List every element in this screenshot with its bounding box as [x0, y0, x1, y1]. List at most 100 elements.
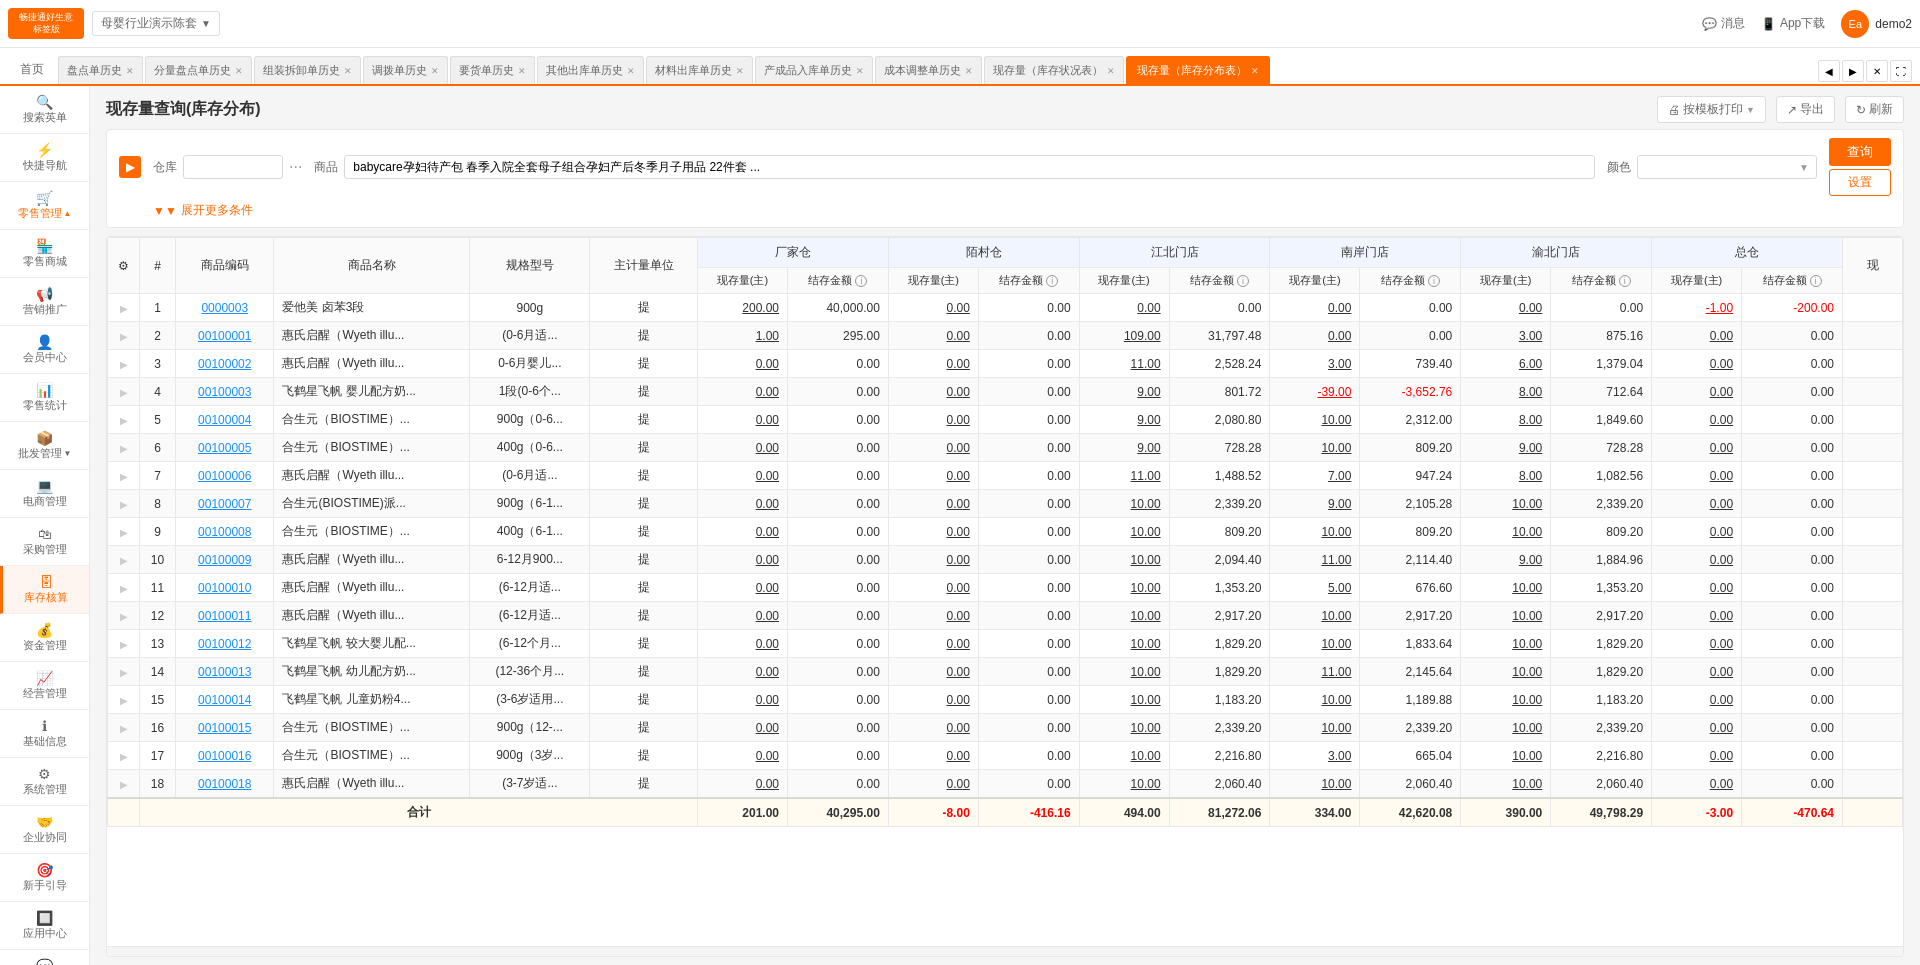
row-wh2-qty[interactable]: 10.00: [1079, 770, 1169, 799]
row-wh4-qty[interactable]: 10.00: [1461, 574, 1551, 602]
row-wh4-qty[interactable]: 9.00: [1461, 434, 1551, 462]
row-wh3-qty[interactable]: 11.00: [1270, 658, 1360, 686]
table-scroll-container[interactable]: ⚙ # 商品编码 商品名称 规格型号 主计量单位 厂家仓 陌村仓 江北门店 南: [107, 237, 1903, 946]
row-code[interactable]: 00100015: [176, 714, 274, 742]
row-expand[interactable]: ▶: [108, 546, 140, 574]
row-code[interactable]: 00100006: [176, 462, 274, 490]
row-wh1-qty[interactable]: 0.00: [888, 602, 978, 630]
sidebar-item-retail-mgmt[interactable]: 🛒 零售管理 ▲: [0, 182, 89, 230]
row-wh2-qty[interactable]: 10.00: [1079, 602, 1169, 630]
row-code[interactable]: 00100010: [176, 574, 274, 602]
row-wh2-qty[interactable]: 10.00: [1079, 490, 1169, 518]
row-expand[interactable]: ▶: [108, 462, 140, 490]
row-wh1-qty[interactable]: 0.00: [888, 770, 978, 799]
row-wh2-qty[interactable]: 10.00: [1079, 630, 1169, 658]
sidebar-item-system[interactable]: ⚙ 系统管理: [0, 758, 89, 806]
row-wh5-qty[interactable]: -1.00: [1652, 294, 1742, 322]
color-dropdown-icon[interactable]: ▼: [1799, 162, 1809, 173]
row-wh1-qty[interactable]: 0.00: [888, 546, 978, 574]
tab-prev-btn[interactable]: ◀: [1818, 60, 1840, 82]
row-wh2-qty[interactable]: 9.00: [1079, 406, 1169, 434]
row-wh4-qty[interactable]: 10.00: [1461, 742, 1551, 770]
row-code[interactable]: 00100011: [176, 602, 274, 630]
row-wh1-qty[interactable]: 0.00: [888, 434, 978, 462]
row-wh0-qty[interactable]: 0.00: [698, 770, 788, 799]
row-code[interactable]: 00100001: [176, 322, 274, 350]
row-code[interactable]: 00100016: [176, 742, 274, 770]
row-wh1-qty[interactable]: 0.00: [888, 574, 978, 602]
row-wh5-qty[interactable]: 0.00: [1652, 630, 1742, 658]
row-expand[interactable]: ▶: [108, 742, 140, 770]
tab-10[interactable]: 现存量（库存状况表）✕: [984, 56, 1124, 84]
row-wh3-qty[interactable]: 3.00: [1270, 350, 1360, 378]
sidebar-item-basics[interactable]: ℹ 基础信息: [0, 710, 89, 758]
row-code[interactable]: 00100003: [176, 378, 274, 406]
tab-home[interactable]: 首页: [8, 54, 56, 84]
row-wh1-qty[interactable]: 0.00: [888, 378, 978, 406]
row-wh0-qty[interactable]: 0.00: [698, 714, 788, 742]
row-expand[interactable]: ▶: [108, 770, 140, 799]
row-wh3-qty[interactable]: 11.00: [1270, 546, 1360, 574]
sidebar-item-enterprise[interactable]: 🤝 企业协同: [0, 806, 89, 854]
row-expand[interactable]: ▶: [108, 574, 140, 602]
row-wh2-qty[interactable]: 9.00: [1079, 434, 1169, 462]
setting-button[interactable]: 设置: [1829, 169, 1891, 196]
row-wh5-qty[interactable]: 0.00: [1652, 378, 1742, 406]
row-wh3-qty[interactable]: 5.00: [1270, 574, 1360, 602]
row-wh2-qty[interactable]: 9.00: [1079, 378, 1169, 406]
tab-4[interactable]: 调拨单历史✕: [363, 56, 448, 84]
row-wh0-qty[interactable]: 0.00: [698, 462, 788, 490]
row-wh1-qty[interactable]: 0.00: [888, 462, 978, 490]
sidebar-item-ecommerce[interactable]: 💻 电商管理: [0, 470, 89, 518]
row-wh1-qty[interactable]: 0.00: [888, 742, 978, 770]
row-wh0-qty[interactable]: 0.00: [698, 378, 788, 406]
row-wh5-qty[interactable]: 0.00: [1652, 714, 1742, 742]
sidebar-item-retail-stats[interactable]: 📊 零售统计: [0, 374, 89, 422]
row-wh0-qty[interactable]: 0.00: [698, 686, 788, 714]
row-wh5-qty[interactable]: 0.00: [1652, 770, 1742, 799]
tab-9[interactable]: 成本调整单历史✕: [875, 56, 982, 84]
row-code[interactable]: 00100012: [176, 630, 274, 658]
user-avatar[interactable]: Ea demo2: [1841, 10, 1912, 38]
sidebar-item-wechat[interactable]: 💬 企业微信: [0, 950, 89, 965]
sidebar-item-purchase[interactable]: 🛍 采购管理: [0, 518, 89, 566]
row-code[interactable]: 00100007: [176, 490, 274, 518]
row-wh3-qty[interactable]: 7.00: [1270, 462, 1360, 490]
row-wh2-qty[interactable]: 10.00: [1079, 546, 1169, 574]
row-wh0-qty[interactable]: 0.00: [698, 630, 788, 658]
row-wh4-qty[interactable]: 10.00: [1461, 630, 1551, 658]
row-wh2-qty[interactable]: 11.00: [1079, 462, 1169, 490]
row-wh3-qty[interactable]: 10.00: [1270, 406, 1360, 434]
row-wh2-qty[interactable]: 10.00: [1079, 714, 1169, 742]
row-expand[interactable]: ▶: [108, 406, 140, 434]
tab-7[interactable]: 材料出库单历史✕: [646, 56, 753, 84]
row-wh0-qty[interactable]: 0.00: [698, 742, 788, 770]
row-expand[interactable]: ▶: [108, 602, 140, 630]
row-code[interactable]: 00100013: [176, 658, 274, 686]
row-wh4-qty[interactable]: 10.00: [1461, 686, 1551, 714]
tab-5[interactable]: 要货单历史✕: [450, 56, 535, 84]
row-code[interactable]: 00100004: [176, 406, 274, 434]
row-wh4-qty[interactable]: 10.00: [1461, 714, 1551, 742]
row-wh4-qty[interactable]: 10.00: [1461, 518, 1551, 546]
query-button[interactable]: 查询: [1829, 138, 1891, 166]
row-code[interactable]: 00100014: [176, 686, 274, 714]
warehouse-more-icon[interactable]: ···: [289, 158, 302, 176]
row-wh2-qty[interactable]: 10.00: [1079, 658, 1169, 686]
row-wh2-qty[interactable]: 10.00: [1079, 742, 1169, 770]
row-wh1-qty[interactable]: 0.00: [888, 630, 978, 658]
sidebar-item-retail-mall[interactable]: 🏪 零售商城: [0, 230, 89, 278]
product-input[interactable]: [344, 155, 1595, 179]
row-wh4-qty[interactable]: 6.00: [1461, 350, 1551, 378]
row-wh0-qty[interactable]: 0.00: [698, 490, 788, 518]
row-code[interactable]: 00100005: [176, 434, 274, 462]
sidebar-item-marketing[interactable]: 📢 营销推广: [0, 278, 89, 326]
filter-expand-arrow[interactable]: ▶: [119, 156, 141, 178]
row-wh3-qty[interactable]: 9.00: [1270, 490, 1360, 518]
row-expand[interactable]: ▶: [108, 294, 140, 322]
row-wh0-qty[interactable]: 0.00: [698, 658, 788, 686]
sidebar-item-operations[interactable]: 📈 经营管理: [0, 662, 89, 710]
row-wh5-qty[interactable]: 0.00: [1652, 490, 1742, 518]
row-code[interactable]: 00100018: [176, 770, 274, 799]
row-wh3-qty[interactable]: 0.00: [1270, 322, 1360, 350]
